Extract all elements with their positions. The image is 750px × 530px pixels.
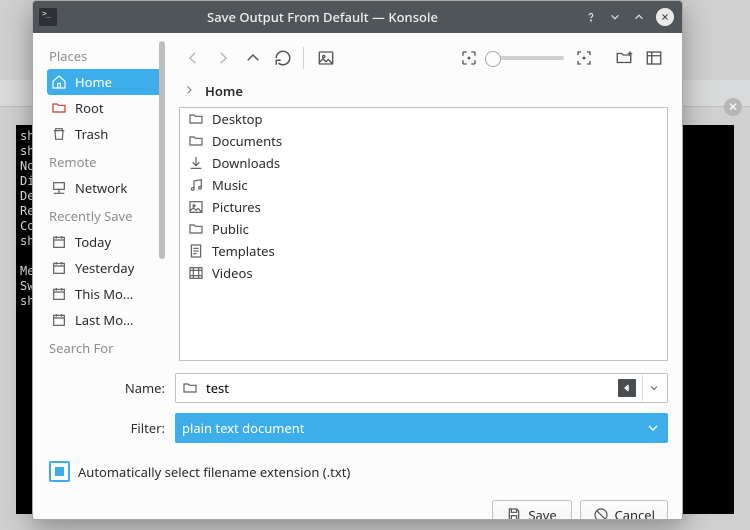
- sidebar-item-home[interactable]: Home: [47, 69, 165, 95]
- name-input[interactable]: [204, 378, 612, 398]
- save-button-label: Save: [528, 506, 556, 520]
- file-item-label: Downloads: [212, 154, 280, 172]
- help-button[interactable]: [580, 6, 602, 28]
- cancel-button-label: Cancel: [615, 506, 655, 520]
- calendar-icon: [51, 260, 67, 276]
- sidebar-section-header: Recently Save: [47, 201, 165, 229]
- name-label: Name:: [47, 379, 165, 397]
- close-button[interactable]: [656, 8, 674, 26]
- sidebar-item-trash[interactable]: Trash: [47, 121, 165, 147]
- reload-button[interactable]: [269, 44, 297, 72]
- file-item-label: Desktop: [212, 110, 263, 128]
- file-item[interactable]: Public: [180, 218, 667, 240]
- chevron-down-icon: [645, 420, 661, 436]
- picture-icon: [188, 199, 204, 215]
- titlebar[interactable]: Save Output From Default — Konsole: [33, 1, 682, 33]
- music-icon: [188, 177, 204, 193]
- home-icon: [51, 74, 67, 90]
- file-list[interactable]: Desktop Documents Downloads Music Pictures Pu…: [179, 107, 668, 361]
- sidebar-item-network[interactable]: Network: [47, 175, 165, 201]
- sidebar-section-header: Search For: [47, 333, 165, 361]
- sidebar-item-today[interactable]: Today: [47, 229, 165, 255]
- zoom-in-button[interactable]: [570, 44, 598, 72]
- clear-name-button[interactable]: [618, 379, 636, 397]
- name-field[interactable]: [175, 373, 668, 403]
- sidebar-item-root[interactable]: Root: [47, 95, 165, 121]
- folder-icon: [188, 111, 204, 127]
- trash-icon: [51, 126, 67, 142]
- network-icon: [51, 180, 67, 196]
- file-item[interactable]: Desktop: [180, 108, 667, 130]
- breadcrumb-chevron-icon: [181, 82, 197, 100]
- file-item[interactable]: Videos: [180, 262, 667, 284]
- sidebar-item-label: Home: [75, 73, 112, 91]
- file-item[interactable]: Pictures: [180, 196, 667, 218]
- file-item-label: Documents: [212, 132, 282, 150]
- sidebar-item-lastmonth[interactable]: Last Mo...: [47, 307, 165, 333]
- sidebar-section-header: Remote: [47, 147, 165, 175]
- video-icon: [188, 265, 204, 281]
- breadcrumb-current[interactable]: Home: [205, 82, 243, 100]
- calendar-icon: [51, 234, 67, 250]
- maximize-button[interactable]: [628, 6, 650, 28]
- sidebar-item-yesterday[interactable]: Yesterday: [47, 255, 165, 281]
- file-item-label: Templates: [212, 242, 275, 260]
- sidebar-item-label: Last Mo...: [75, 311, 134, 329]
- folder-icon: [188, 221, 204, 237]
- new-folder-button[interactable]: [610, 44, 638, 72]
- image-preview-button[interactable]: [312, 44, 340, 72]
- file-item-label: Public: [212, 220, 249, 238]
- filter-combobox[interactable]: plain text document: [175, 413, 668, 443]
- filter-label: Filter:: [47, 419, 165, 437]
- auto-extension-label: Automatically select filename extension …: [78, 463, 350, 481]
- back-button[interactable]: [179, 44, 207, 72]
- sidebar-item-label: Today: [75, 233, 111, 251]
- calendar-icon: [51, 312, 67, 328]
- file-item-label: Music: [212, 176, 248, 194]
- toolbar: [179, 41, 668, 75]
- sidebar-section-header: Places: [47, 41, 165, 69]
- checkbox-icon: [49, 461, 70, 482]
- breadcrumb[interactable]: Home: [179, 77, 668, 105]
- folder-icon: [188, 133, 204, 149]
- folder-icon: [182, 380, 198, 396]
- sidebar-item-label: This Mo...: [75, 285, 133, 303]
- download-icon: [188, 155, 204, 171]
- forward-button[interactable]: [209, 44, 237, 72]
- file-item[interactable]: Music: [180, 174, 667, 196]
- sidebar-item-thismonth[interactable]: This Mo...: [47, 281, 165, 307]
- options-button[interactable]: [640, 44, 668, 72]
- auto-extension-checkbox[interactable]: Automatically select filename extension …: [47, 453, 668, 482]
- folder-red-icon: [51, 100, 67, 116]
- save-dialog: Save Output From Default — Konsole Place…: [32, 0, 683, 520]
- zoom-out-button[interactable]: [455, 44, 483, 72]
- zoom-slider[interactable]: [489, 56, 564, 60]
- konsole-app-icon: [39, 8, 57, 26]
- save-button[interactable]: Save: [492, 500, 572, 520]
- sidebar-item-label: Root: [75, 99, 104, 117]
- file-item[interactable]: Templates: [180, 240, 667, 262]
- name-history-dropdown[interactable]: [642, 375, 665, 401]
- cancel-button[interactable]: Cancel: [580, 500, 668, 520]
- file-item-label: Pictures: [212, 198, 261, 216]
- places-sidebar: Places Home Root Trash Remote Network Recently…: [47, 41, 165, 361]
- file-item-label: Videos: [212, 264, 253, 282]
- background-window-close-icon[interactable]: ✕: [724, 98, 742, 116]
- templates-icon: [188, 243, 204, 259]
- calendar-icon: [51, 286, 67, 302]
- toolbar-separator: [303, 47, 304, 69]
- file-item[interactable]: Downloads: [180, 152, 667, 174]
- sidebar-item-label: Yesterday: [75, 259, 134, 277]
- sidebar-item-label: Trash: [75, 125, 108, 143]
- file-item[interactable]: Documents: [180, 130, 667, 152]
- sidebar-scrollbar[interactable]: [159, 41, 165, 361]
- up-button[interactable]: [239, 44, 267, 72]
- filter-value: plain text document: [182, 419, 639, 437]
- window-title: Save Output From Default — Konsole: [67, 8, 578, 26]
- sidebar-item-label: Network: [75, 179, 127, 197]
- minimize-button[interactable]: [604, 6, 626, 28]
